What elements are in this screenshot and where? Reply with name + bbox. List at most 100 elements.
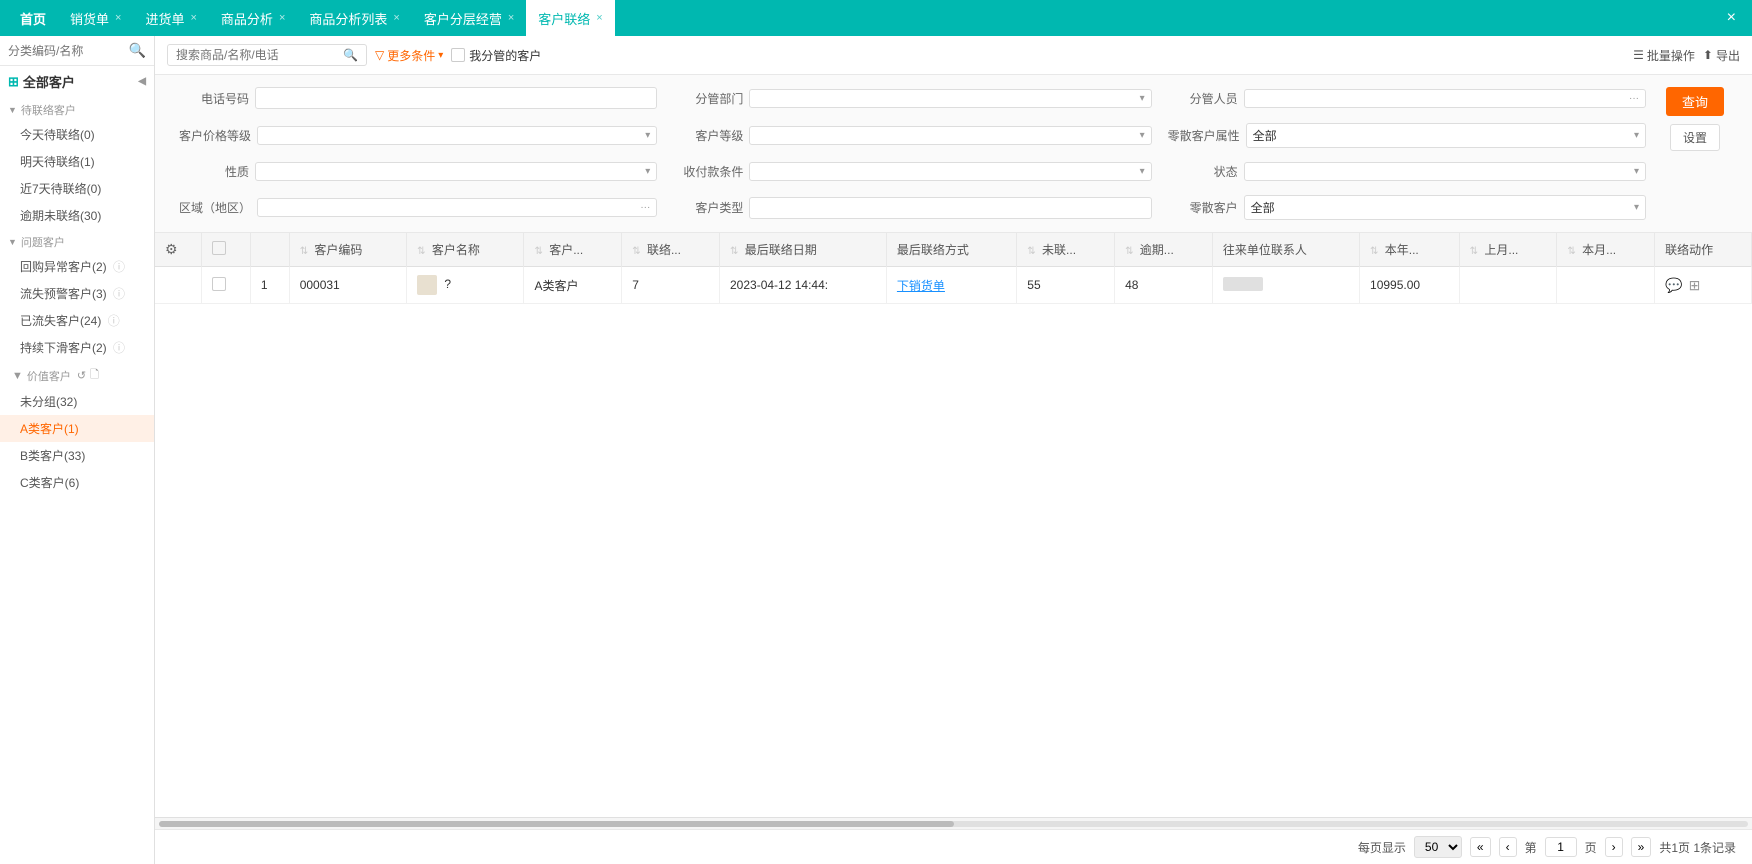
td-last-method[interactable]: 下销货单 bbox=[886, 267, 1016, 304]
sidebar-item-today-pending[interactable]: 今天待联络(0) bbox=[0, 121, 154, 148]
advanced-filter: 电话号码 分管部门 ▾ 分管人员 bbox=[155, 75, 1752, 233]
sidebar-item-tomorrow-pending[interactable]: 明天待联络(1) bbox=[0, 148, 154, 175]
scrollbar-track[interactable] bbox=[159, 821, 1748, 827]
sidebar-item-a-class[interactable]: A类客户(1) bbox=[0, 415, 154, 442]
sidebar-item-declining[interactable]: 持续下滑客户(2) ⓘ bbox=[0, 334, 154, 361]
sort-icon-code: ⇅ bbox=[300, 246, 308, 257]
th-this-month[interactable]: ⇅ 本月... bbox=[1557, 233, 1655, 267]
nav-home[interactable]: 首页 bbox=[8, 0, 58, 36]
th-type[interactable]: ⇅ 客户... bbox=[524, 233, 622, 267]
nav-goods-analysis[interactable]: 商品分析 × bbox=[209, 0, 297, 36]
retail-customer-select[interactable]: 全部 ▾ bbox=[1244, 195, 1646, 220]
sort-icon-name: ⇅ bbox=[417, 246, 425, 257]
filter-search-icon[interactable]: 🔍 bbox=[343, 48, 358, 62]
query-button[interactable]: 查询 bbox=[1666, 87, 1724, 116]
th-this-year[interactable]: ⇅ 本年... bbox=[1360, 233, 1460, 267]
nav-customer-contact[interactable]: 客户联络 × bbox=[526, 0, 614, 36]
manager-select[interactable]: ··· bbox=[1244, 89, 1646, 108]
nav-purchase[interactable]: 进货单 × bbox=[133, 0, 208, 36]
scrollbar-thumb[interactable] bbox=[159, 821, 954, 827]
th-last-month[interactable]: ⇅ 上月... bbox=[1459, 233, 1557, 267]
my-customers-checkbox[interactable] bbox=[451, 48, 465, 62]
content-area: 🔍 ▽ 更多条件 ▾ 我分管的客户 ☰ 批量操作 ⬆ 导出 bbox=[155, 36, 1752, 864]
customer-type-input[interactable] bbox=[749, 197, 1151, 219]
th-name[interactable]: ⇅ 客户名称 bbox=[407, 233, 524, 267]
first-page-button[interactable]: « bbox=[1470, 837, 1491, 857]
sidebar-item-overdue-contact[interactable]: 逾期未联络(30) bbox=[0, 202, 154, 229]
my-customers-filter[interactable]: 我分管的客户 bbox=[451, 47, 541, 64]
pending-contact-group[interactable]: ▼ 待联络客户 bbox=[0, 97, 154, 121]
sidebar-item-churn-warning[interactable]: 流失预警客户(3) ⓘ bbox=[0, 280, 154, 307]
sidebar-item-b-class[interactable]: B类客户(33) bbox=[0, 442, 154, 469]
total-label: 共1页 1条记录 bbox=[1659, 839, 1736, 856]
th-contact-count[interactable]: ⇅ 联络... bbox=[622, 233, 720, 267]
nav-goods-analysis-close[interactable]: × bbox=[279, 12, 285, 24]
grid-action-icon[interactable]: ⊞ bbox=[1689, 277, 1701, 294]
customer-level-select[interactable]: ▾ bbox=[749, 126, 1151, 145]
page-number-input[interactable] bbox=[1545, 837, 1577, 857]
nav-customer-tier[interactable]: 客户分层经营 × bbox=[412, 0, 526, 36]
filter-search-input[interactable] bbox=[176, 48, 343, 62]
payment-arrow: ▾ bbox=[1140, 166, 1145, 177]
payment-select[interactable]: ▾ bbox=[749, 162, 1151, 181]
problem-customers-group[interactable]: ▼ 问题客户 bbox=[0, 229, 154, 253]
more-conditions-button[interactable]: ▽ 更多条件 ▾ bbox=[375, 47, 443, 64]
nav-customer-contact-label: 客户联络 bbox=[538, 9, 590, 28]
setting-button[interactable]: 设置 bbox=[1670, 124, 1720, 151]
chat-icon[interactable]: 💬 bbox=[1665, 277, 1682, 294]
retail-attr-select[interactable]: 全部 ▾ bbox=[1246, 123, 1646, 148]
nature-select[interactable]: ▾ bbox=[255, 162, 657, 181]
gear-icon[interactable]: ⚙ bbox=[165, 241, 178, 257]
sidebar-item-ungrouped[interactable]: 未分组(32) bbox=[0, 388, 154, 415]
add-group-icon[interactable]: 🗋 bbox=[90, 366, 99, 385]
nav-sales-label: 销货单 bbox=[70, 9, 109, 28]
nav-purchase-close[interactable]: × bbox=[190, 12, 196, 24]
th-checkbox[interactable] bbox=[201, 233, 250, 267]
th-gear[interactable]: ⚙ bbox=[155, 233, 201, 267]
sidebar-item-c-class[interactable]: C类客户(6) bbox=[0, 469, 154, 496]
triangle-icon: ▼ bbox=[8, 105, 17, 115]
sidebar-search-icon[interactable]: 🔍 bbox=[129, 42, 146, 59]
nav-customer-tier-close[interactable]: × bbox=[508, 12, 514, 24]
export-button[interactable]: ⬆ 导出 bbox=[1703, 47, 1740, 64]
row-checkbox[interactable] bbox=[212, 277, 226, 291]
td-checkbox[interactable] bbox=[201, 267, 250, 304]
th-contact-person[interactable]: 往来单位联系人 bbox=[1212, 233, 1359, 267]
phone-input[interactable] bbox=[255, 87, 657, 109]
nav-goods-list[interactable]: 商品分析列表 × bbox=[297, 0, 411, 36]
th-uncontacted[interactable]: ⇅ 未联... bbox=[1017, 233, 1115, 267]
td-action: 💬 ⊞ bbox=[1655, 267, 1752, 304]
horizontal-scrollbar[interactable] bbox=[155, 817, 1752, 829]
nav-sales[interactable]: 销货单 × bbox=[58, 0, 133, 36]
sidebar-search-input[interactable] bbox=[8, 44, 129, 58]
th-overdue[interactable]: ⇅ 逾期... bbox=[1115, 233, 1213, 267]
header-checkbox[interactable] bbox=[212, 241, 226, 255]
export-icon: ⬆ bbox=[1703, 48, 1713, 62]
page-label: 第 bbox=[1525, 839, 1537, 856]
sort-icon-overdue: ⇅ bbox=[1125, 246, 1133, 257]
collapse-icon[interactable]: ◀ bbox=[138, 76, 146, 87]
th-last-date[interactable]: ⇅ 最后联络日期 bbox=[720, 233, 887, 267]
last-page-button[interactable]: » bbox=[1631, 837, 1652, 857]
page-size-select[interactable]: 50 bbox=[1414, 836, 1462, 858]
sidebar-item-churned[interactable]: 已流失客户(24) ⓘ bbox=[0, 307, 154, 334]
td-gear bbox=[155, 267, 201, 304]
nav-sales-close[interactable]: × bbox=[115, 12, 121, 24]
all-customers-header[interactable]: ⊞ 全部客户 ◀ bbox=[0, 66, 154, 97]
nature-arrow: ▾ bbox=[645, 166, 650, 177]
th-code[interactable]: ⇅ 客户编码 bbox=[289, 233, 406, 267]
next-page-button[interactable]: › bbox=[1605, 837, 1623, 857]
region-select[interactable]: ··· bbox=[257, 198, 657, 217]
nav-customer-contact-close[interactable]: × bbox=[596, 12, 602, 24]
status-select[interactable]: ▾ bbox=[1244, 162, 1646, 181]
prev-page-button[interactable]: ‹ bbox=[1499, 837, 1517, 857]
nav-goods-list-close[interactable]: × bbox=[393, 12, 399, 24]
app-close-button[interactable]: × bbox=[1719, 9, 1744, 26]
th-last-method[interactable]: 最后联络方式 bbox=[886, 233, 1016, 267]
sidebar-item-week-pending[interactable]: 近7天待联络(0) bbox=[0, 175, 154, 202]
dept-select[interactable]: ▾ bbox=[749, 89, 1151, 108]
batch-op-button[interactable]: ☰ 批量操作 bbox=[1633, 47, 1695, 64]
sidebar-item-repurchase-abnormal[interactable]: 回购异常客户(2) ⓘ bbox=[0, 253, 154, 280]
refresh-icon[interactable]: ↺ bbox=[77, 369, 86, 382]
price-level-select[interactable]: ▾ bbox=[257, 126, 657, 145]
